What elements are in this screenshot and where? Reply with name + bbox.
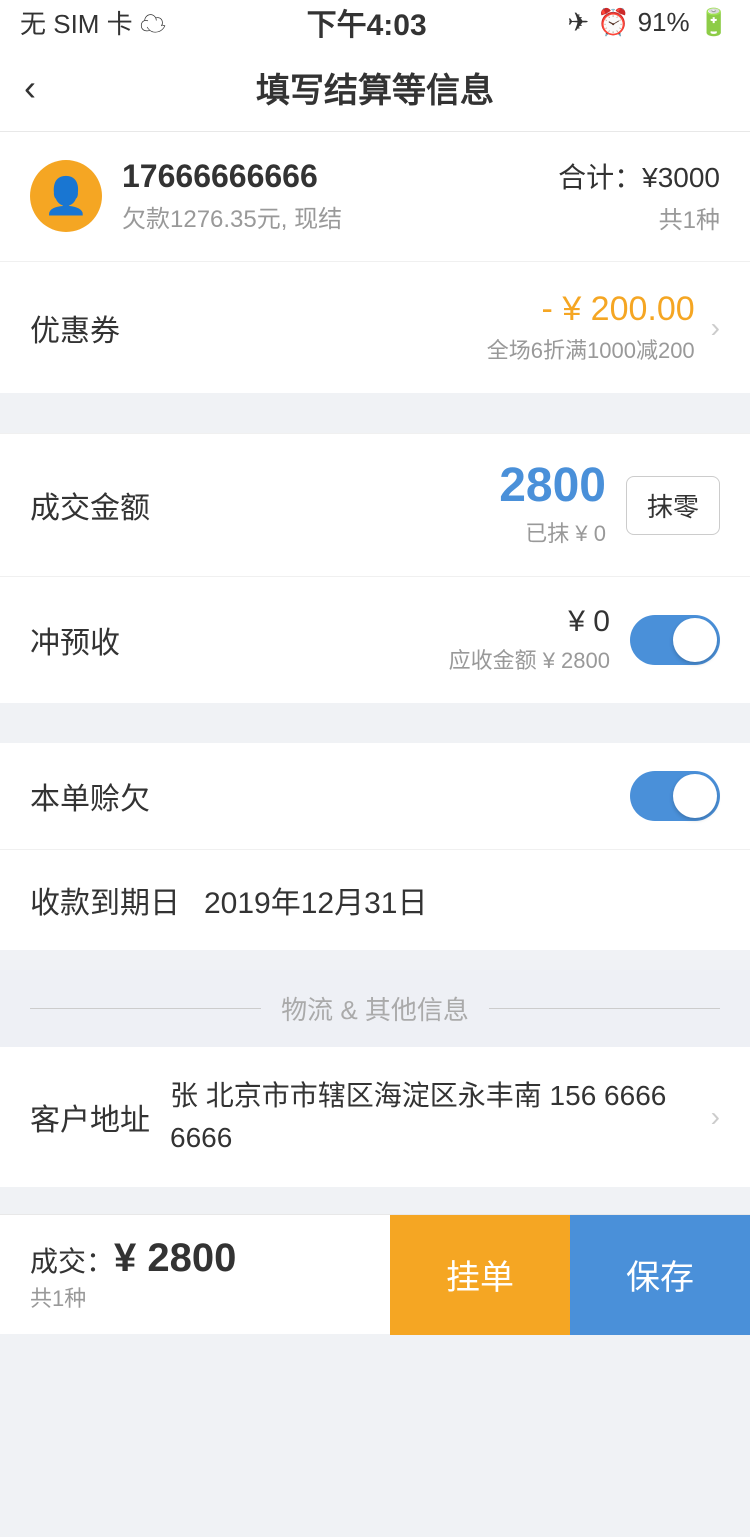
coupon-row[interactable]: 优惠券 - ¥ 200.00 全场6折满1000减200 › xyxy=(0,261,750,393)
status-right: ✈ ⏰ 91% 🔋 xyxy=(567,7,730,38)
due-date-value: 2019年12月31日 xyxy=(204,878,427,922)
bottom-deal-label: 成交： xyxy=(30,1246,114,1277)
sim-status: 无 SIM 卡 ☁ xyxy=(20,4,166,41)
round-zero-button[interactable]: 抹零 xyxy=(626,476,720,535)
due-date-label: 收款到期日 xyxy=(30,878,180,922)
deal-amount-label: 成交金额 xyxy=(30,483,150,527)
charge-sub: 应收金额 ¥ 2800 xyxy=(449,643,610,675)
coupon-right: - ¥ 200.00 全场6折满1000减200 › xyxy=(487,290,720,365)
customer-info: 17666666666 欠款1276.35元, 现结 xyxy=(122,158,342,234)
save-button[interactable]: 保存 xyxy=(570,1215,750,1335)
logistics-label: 物流 & 其他信息 xyxy=(281,990,469,1027)
hang-order-button[interactable]: 挂单 xyxy=(390,1215,570,1335)
battery-label: 91% xyxy=(638,7,690,38)
bottom-deal-price: ¥ 2800 xyxy=(114,1236,236,1280)
charge-label: 冲预收 xyxy=(30,618,120,662)
credit-row: 本单赊欠 xyxy=(0,743,750,849)
page-title: 填写结算等信息 xyxy=(256,63,494,112)
customer-card: 👤 17666666666 欠款1276.35元, 现结 合计：¥3000 共1… xyxy=(0,132,750,393)
address-row[interactable]: 客户地址 张 北京市市辖区海淀区永丰南 156 6666 6666 › xyxy=(0,1047,750,1187)
deal-amount-number: 2800 xyxy=(499,462,606,510)
logistics-section-divider: 物流 & 其他信息 xyxy=(0,970,750,1047)
coupon-amount: - ¥ 200.00 xyxy=(487,290,695,329)
charge-toggle[interactable] xyxy=(630,615,720,665)
status-time: 下午4:03 xyxy=(307,0,427,44)
customer-phone: 17666666666 xyxy=(122,158,342,195)
total-count: 共1种 xyxy=(558,200,720,235)
bottom-deal-row: 成交：¥ 2800 xyxy=(30,1236,360,1281)
battery-icon: 🔋 xyxy=(698,7,730,38)
customer-left: 👤 17666666666 欠款1276.35元, 现结 xyxy=(30,158,342,234)
deal-amount-sub: 已抹 ¥ 0 xyxy=(499,516,606,548)
bottom-bar: 成交：¥ 2800 共1种 挂单 保存 xyxy=(0,1214,750,1334)
divider-line-right xyxy=(489,1008,720,1009)
divider-1 xyxy=(0,413,750,433)
status-left: 无 SIM 卡 ☁ xyxy=(20,4,166,41)
back-button[interactable]: ‹ xyxy=(24,67,36,109)
coupon-desc: 全场6折满1000减200 xyxy=(487,333,695,365)
location-icon: ✈ xyxy=(567,7,589,38)
alarm-icon: ⏰ xyxy=(597,7,629,38)
divider-line-left xyxy=(30,1008,261,1009)
status-bar: 无 SIM 卡 ☁ 下午4:03 ✈ ⏰ 91% 🔋 xyxy=(0,0,750,44)
address-card[interactable]: 客户地址 张 北京市市辖区海淀区永丰南 156 6666 6666 › xyxy=(0,1047,750,1187)
deal-amount-right: 2800 已抹 ¥ 0 抹零 xyxy=(499,462,720,548)
charge-row: 冲预收 ¥ 0 应收金额 ¥ 2800 xyxy=(0,576,750,703)
credit-toggle[interactable] xyxy=(630,771,720,821)
bottom-info: 成交：¥ 2800 共1种 xyxy=(0,1236,390,1313)
total-value: ¥3000 xyxy=(642,162,720,193)
credit-card: 本单赊欠 收款到期日 2019年12月31日 xyxy=(0,743,750,950)
customer-right: 合计：¥3000 共1种 xyxy=(558,156,720,235)
due-date-row: 收款到期日 2019年12月31日 xyxy=(0,849,750,950)
total-label: 合计： xyxy=(558,162,642,193)
coupon-label: 优惠券 xyxy=(30,306,120,350)
avatar: 👤 xyxy=(30,160,102,232)
bottom-deal-count: 共1种 xyxy=(30,1281,360,1313)
charge-value-block: ¥ 0 应收金额 ¥ 2800 xyxy=(449,605,610,675)
charge-right: ¥ 0 应收金额 ¥ 2800 xyxy=(449,605,720,675)
charge-amount: ¥ 0 xyxy=(449,605,610,639)
divider-2 xyxy=(0,723,750,743)
address-value: 张 北京市市辖区海淀区永丰南 156 6666 6666 xyxy=(170,1075,711,1159)
customer-debt: 欠款1276.35元, 现结 xyxy=(122,199,342,234)
credit-label: 本单赊欠 xyxy=(30,774,150,818)
nav-bar: ‹ 填写结算等信息 xyxy=(0,44,750,132)
coupon-value-block: - ¥ 200.00 全场6折满1000减200 xyxy=(487,290,695,365)
deal-amount-card: 成交金额 2800 已抹 ¥ 0 抹零 冲预收 ¥ 0 应收金额 ¥ 2800 xyxy=(0,433,750,703)
total-row: 合计：¥3000 xyxy=(558,156,720,196)
customer-row: 👤 17666666666 欠款1276.35元, 现结 合计：¥3000 共1… xyxy=(0,132,750,259)
address-label: 客户地址 xyxy=(30,1095,150,1139)
address-chevron-right-icon: › xyxy=(711,1101,720,1133)
chevron-right-icon: › xyxy=(711,312,720,344)
deal-amount-value-block: 2800 已抹 ¥ 0 xyxy=(499,462,606,548)
deal-amount-row: 成交金额 2800 已抹 ¥ 0 抹零 xyxy=(0,433,750,576)
